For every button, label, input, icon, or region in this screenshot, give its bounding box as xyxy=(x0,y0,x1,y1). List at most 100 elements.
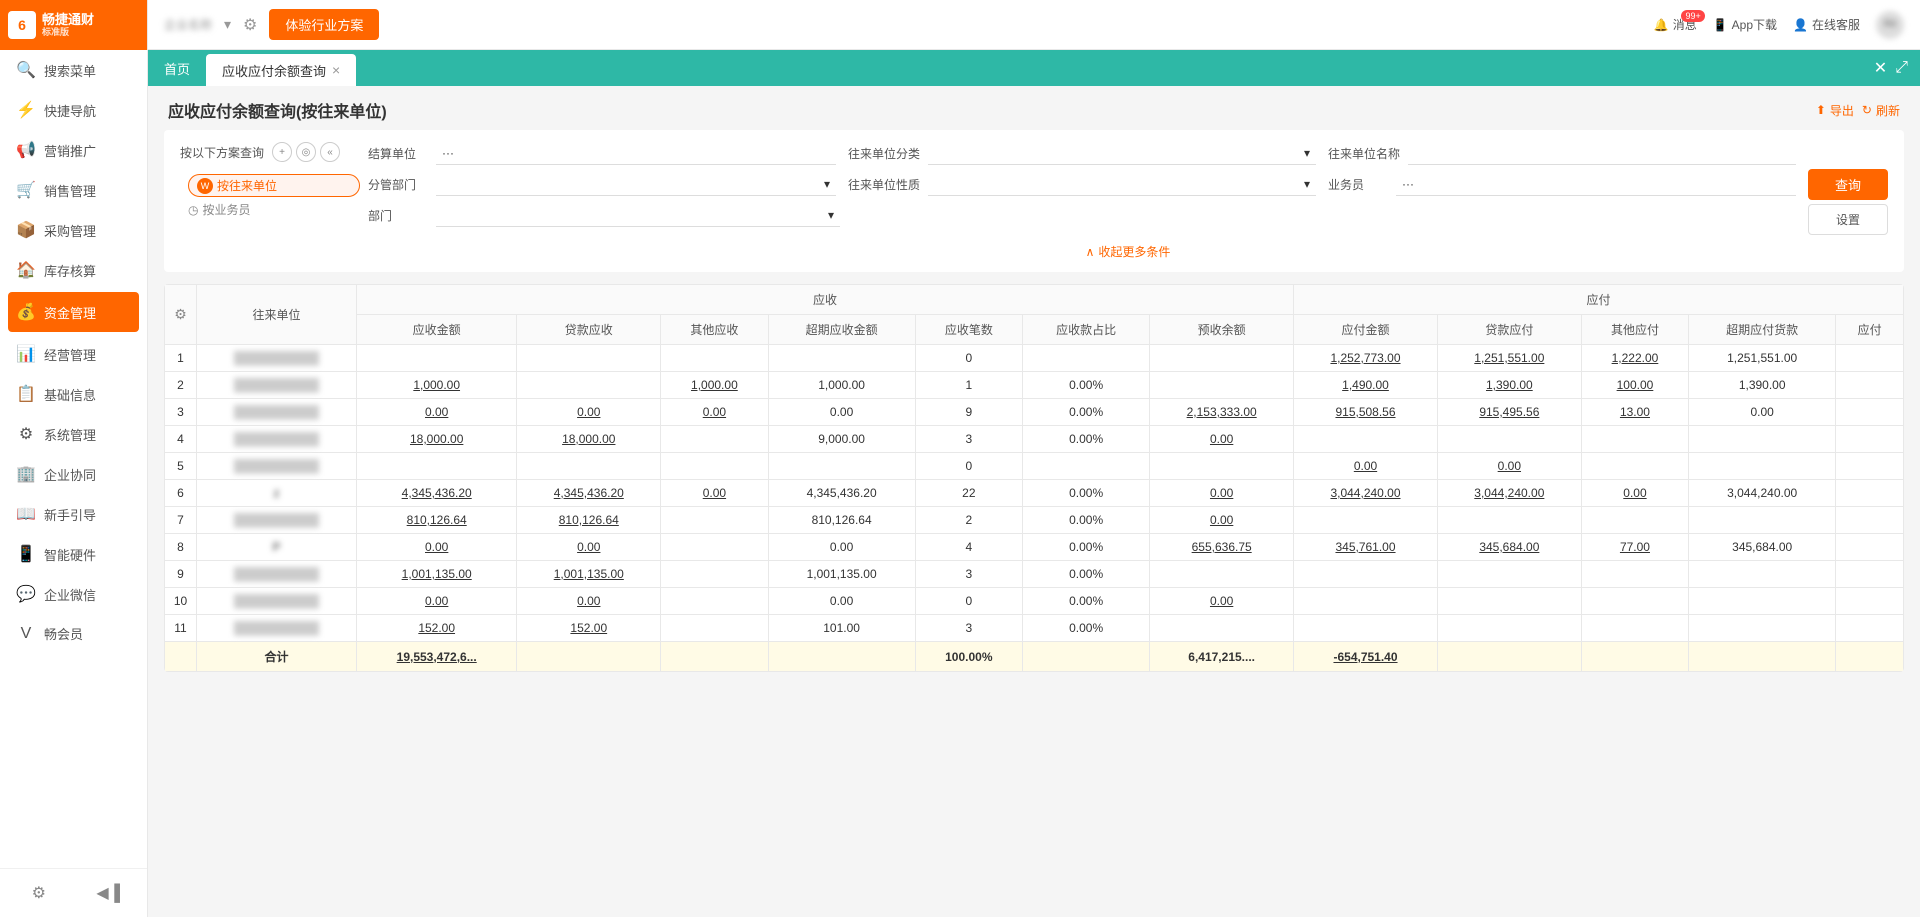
sidebar-item-8[interactable]: 📋基础信息 xyxy=(0,374,147,414)
cell-r5-c8[interactable]: 0.00 xyxy=(1150,480,1294,507)
cell-r2-c9[interactable]: 915,508.56 xyxy=(1294,399,1438,426)
tab-home[interactable]: 首页 xyxy=(148,50,206,86)
dept-select[interactable]: ▾ xyxy=(436,204,840,227)
cell-r6-c3[interactable]: 810,126.64 xyxy=(517,507,661,534)
sidebar-item-12[interactable]: 📱智能硬件 xyxy=(0,534,147,574)
cell-r8-c3[interactable]: 1,001,135.00 xyxy=(517,561,661,588)
filter-add-btn[interactable]: + xyxy=(272,142,292,162)
salesman-select[interactable]: ··· xyxy=(1396,173,1796,196)
filter-settings-btn[interactable]: ◎ xyxy=(296,142,316,162)
sidebar-item-4[interactable]: 📦采购管理 xyxy=(0,210,147,250)
collapse-more-btn[interactable]: ∧ 收起更多条件 xyxy=(1086,243,1171,260)
tab-close-icon[interactable]: × xyxy=(332,62,340,78)
tab-window-expand-btn[interactable]: ⤢ xyxy=(1895,59,1908,77)
th-ys-5: 应收款占比 xyxy=(1023,315,1150,345)
cell-r7-c3[interactable]: 0.00 xyxy=(517,534,661,561)
sidebar-item-2[interactable]: 📢营销推广 xyxy=(0,130,147,170)
sidebar-item-10[interactable]: 🏢企业协同 xyxy=(0,454,147,494)
cell-r1-c11[interactable]: 100.00 xyxy=(1581,372,1688,399)
cell-r7-c9[interactable]: 345,761.00 xyxy=(1294,534,1438,561)
cell-r5-c10[interactable]: 3,044,240.00 xyxy=(1437,480,1581,507)
sidebar-item-13[interactable]: 💬企业微信 xyxy=(0,574,147,614)
app-download-btn[interactable]: 📱 App下载 xyxy=(1713,16,1777,33)
jiesuan-select[interactable]: ··· xyxy=(436,142,836,165)
cell-r7-c10[interactable]: 345,684.00 xyxy=(1437,534,1581,561)
cell-r3-c3[interactable]: 18,000.00 xyxy=(517,426,661,453)
query-button[interactable]: 查询 xyxy=(1808,169,1888,200)
cell-r3-c2[interactable]: 18,000.00 xyxy=(357,426,517,453)
sidebar-item-0[interactable]: 🔍搜索菜单 xyxy=(0,50,147,90)
cell-r0-c11[interactable]: 1,222.00 xyxy=(1581,345,1688,372)
filter-by-partner-btn[interactable]: W 按往来单位 xyxy=(188,174,360,197)
sidebar-settings-btn[interactable]: ⚙ xyxy=(8,877,70,909)
sidebar-item-1[interactable]: ⚡快捷导航 xyxy=(0,90,147,130)
cell-r4-c5 xyxy=(768,453,915,480)
cell-r6-c8[interactable]: 0.00 xyxy=(1150,507,1294,534)
user-avatar[interactable]: Rit xyxy=(1876,11,1904,39)
cell-r9-c8[interactable]: 0.00 xyxy=(1150,588,1294,615)
footer-ys-zhanbi: 100.00% xyxy=(915,642,1022,672)
sidebar-item-5[interactable]: 🏠库存核算 xyxy=(0,250,147,290)
header-gear-icon[interactable]: ⚙ xyxy=(243,15,257,35)
cell-r4-c10[interactable]: 0.00 xyxy=(1437,453,1581,480)
cell-r9-c3[interactable]: 0.00 xyxy=(517,588,661,615)
cell-r0-c9[interactable]: 1,252,773.00 xyxy=(1294,345,1438,372)
cell-r1-c4[interactable]: 1,000.00 xyxy=(661,372,768,399)
setting-button[interactable]: 设置 xyxy=(1808,204,1888,235)
tab-window-close-btn[interactable]: ✕ xyxy=(1874,58,1887,78)
cell-r5-c9[interactable]: 3,044,240.00 xyxy=(1294,480,1438,507)
filter-by-salesman-btn[interactable]: ◷ 按业务员 xyxy=(188,197,360,222)
cell-r1-c10[interactable]: 1,390.00 xyxy=(1437,372,1581,399)
promo-button[interactable]: 体验行业方案 xyxy=(269,9,379,40)
sidebar-item-6[interactable]: 💰资金管理 xyxy=(8,292,139,332)
cell-r5-c3[interactable]: 4,345,436.20 xyxy=(517,480,661,507)
cell-r1-c2[interactable]: 1,000.00 xyxy=(357,372,517,399)
tab-ar-ap[interactable]: 应收应付余额查询 × xyxy=(206,54,356,86)
sidebar-item-9[interactable]: ⚙系统管理 xyxy=(0,414,147,454)
cell-r8-c2[interactable]: 1,001,135.00 xyxy=(357,561,517,588)
cell-r2-c4[interactable]: 0.00 xyxy=(661,399,768,426)
fenguan-select[interactable]: ▾ xyxy=(436,173,836,196)
cell-r2-c3[interactable]: 0.00 xyxy=(517,399,661,426)
breadcrumb-dropdown-btn[interactable]: ▾ xyxy=(224,16,231,33)
sidebar-item-7[interactable]: 📊经营管理 xyxy=(0,334,147,374)
unit-nature-select[interactable]: ▾ xyxy=(928,173,1316,196)
cell-r2-c10[interactable]: 915,495.56 xyxy=(1437,399,1581,426)
notice-btn[interactable]: 🔔 消息 99+ xyxy=(1654,16,1697,33)
sidebar-collapse-btn[interactable]: ◀▐ xyxy=(78,877,140,909)
cell-r1-c9[interactable]: 1,490.00 xyxy=(1294,372,1438,399)
refresh-button[interactable]: ↻ 刷新 xyxy=(1862,102,1900,119)
cell-r5-c5: 4,345,436.20 xyxy=(768,480,915,507)
cell-r9-c2[interactable]: 0.00 xyxy=(357,588,517,615)
unit-classify-select[interactable]: ▾ xyxy=(928,142,1316,165)
footer-yingfu-je[interactable]: -654,751.40 xyxy=(1294,642,1438,672)
cell-r3-c8[interactable]: 0.00 xyxy=(1150,426,1294,453)
cell-r7-c6: 4 xyxy=(915,534,1022,561)
unit-name-input[interactable] xyxy=(1408,142,1796,165)
sidebar-item-11[interactable]: 📖新手引导 xyxy=(0,494,147,534)
sidebar-item-3[interactable]: 🛒销售管理 xyxy=(0,170,147,210)
cell-r5-c4[interactable]: 0.00 xyxy=(661,480,768,507)
cell-r5-c11[interactable]: 0.00 xyxy=(1581,480,1688,507)
cell-r7-c8[interactable]: 655,636.75 xyxy=(1150,534,1294,561)
cell-r10-c2[interactable]: 152.00 xyxy=(357,615,517,642)
cell-r4-c9[interactable]: 0.00 xyxy=(1294,453,1438,480)
cell-r1-c0: 2 xyxy=(165,372,197,399)
cell-r5-c2[interactable]: 4,345,436.20 xyxy=(357,480,517,507)
cell-r7-c2[interactable]: 0.00 xyxy=(357,534,517,561)
export-button[interactable]: ⬆ 导出 xyxy=(1816,102,1854,119)
cell-r7-c13 xyxy=(1836,534,1904,561)
cell-r6-c2[interactable]: 810,126.64 xyxy=(357,507,517,534)
cell-r0-c10[interactable]: 1,251,551.00 xyxy=(1437,345,1581,372)
footer-yingshou-je[interactable]: 19,553,472,6... xyxy=(357,642,517,672)
cell-r2-c2[interactable]: 0.00 xyxy=(357,399,517,426)
online-service-btn[interactable]: 👤 在线客服 xyxy=(1793,16,1860,33)
cell-r10-c3[interactable]: 152.00 xyxy=(517,615,661,642)
table-settings-icon[interactable]: ⚙ xyxy=(174,306,187,322)
filter-collapse-btn[interactable]: « xyxy=(320,142,340,162)
cell-r7-c11[interactable]: 77.00 xyxy=(1581,534,1688,561)
cell-r2-c11[interactable]: 13.00 xyxy=(1581,399,1688,426)
sidebar-item-14[interactable]: V畅会员 xyxy=(0,614,147,653)
th-settings: ⚙ xyxy=(165,285,197,345)
cell-r2-c8[interactable]: 2,153,333.00 xyxy=(1150,399,1294,426)
